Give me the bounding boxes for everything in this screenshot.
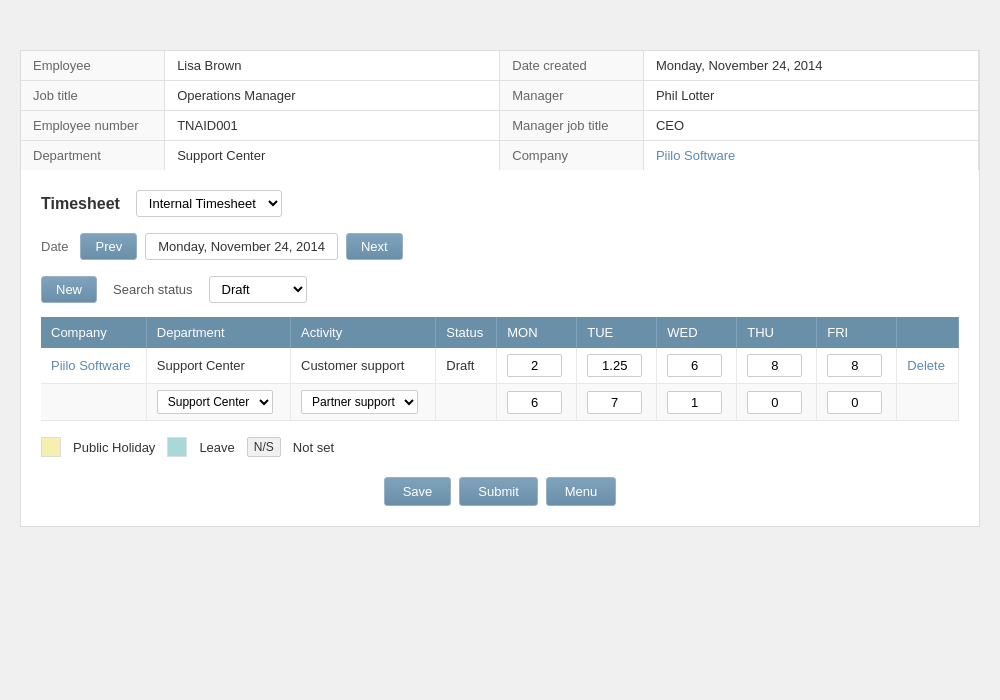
timesheet-section: Timesheet Internal Timesheet Date Prev M… — [21, 170, 979, 526]
timesheet-type-select[interactable]: Internal Timesheet — [136, 190, 282, 217]
manager-job-title-value: CEO — [643, 111, 978, 141]
col-department: Department — [146, 317, 290, 348]
leave-legend-label: Leave — [199, 440, 234, 455]
date-created-value: Monday, November 24, 2014 — [643, 51, 978, 81]
menu-button[interactable]: Menu — [546, 477, 617, 506]
row1-thu[interactable] — [737, 348, 817, 384]
submit-button[interactable]: Submit — [459, 477, 537, 506]
manager-job-title-label: Manager job title — [500, 111, 644, 141]
legend-row: Public Holiday Leave N/S Not set — [41, 437, 959, 457]
col-company: Company — [41, 317, 146, 348]
date-label: Date — [41, 239, 68, 254]
company-row-link[interactable]: Piilo Software — [51, 358, 130, 373]
mon-input-1[interactable] — [507, 354, 562, 377]
employee-row: Employee Lisa Brown Date created Monday,… — [21, 51, 979, 81]
company-label: Company — [500, 141, 644, 171]
date-nav: Date Prev Monday, November 24, 2014 Next — [41, 233, 959, 260]
delete-link-1[interactable]: Delete — [907, 358, 945, 373]
ns-badge: N/S — [247, 437, 281, 457]
table-row: Support Center Partner support — [41, 384, 959, 421]
table-header-row: Company Department Activity Status MON T… — [41, 317, 959, 348]
row2-fri[interactable] — [817, 384, 897, 421]
company-link[interactable]: Piilo Software — [656, 148, 735, 163]
not-set-label: Not set — [293, 440, 334, 455]
holiday-legend-label: Public Holiday — [73, 440, 155, 455]
manager-label: Manager — [500, 81, 644, 111]
tue-input-1[interactable] — [587, 354, 642, 377]
row1-delete[interactable]: Delete — [897, 348, 959, 384]
fri-input-2[interactable] — [827, 391, 882, 414]
row1-department: Support Center — [146, 348, 290, 384]
col-status: Status — [436, 317, 497, 348]
row2-tue[interactable] — [577, 384, 657, 421]
row2-department[interactable]: Support Center — [146, 384, 290, 421]
emp-number-label: Employee number — [21, 111, 165, 141]
timesheet-title: Timesheet — [41, 195, 120, 213]
col-tue: TUE — [577, 317, 657, 348]
row1-company[interactable]: Piilo Software — [41, 348, 146, 384]
row1-mon[interactable] — [497, 348, 577, 384]
action-buttons: Save Submit Menu — [41, 477, 959, 506]
row2-wed[interactable] — [657, 384, 737, 421]
employee-number-row: Employee number TNAID001 Manager job tit… — [21, 111, 979, 141]
employee-label: Employee — [21, 51, 165, 81]
mon-input-2[interactable] — [507, 391, 562, 414]
company-value[interactable]: Piilo Software — [643, 141, 978, 171]
timesheet-table: Company Department Activity Status MON T… — [41, 317, 959, 421]
col-wed: WED — [657, 317, 737, 348]
fri-input-1[interactable] — [827, 354, 882, 377]
thu-input-1[interactable] — [747, 354, 802, 377]
manager-value: Phil Lotter — [643, 81, 978, 111]
search-status-label: Search status — [113, 282, 193, 297]
job-title-value: Operations Manager — [165, 81, 500, 111]
row2-thu[interactable] — [737, 384, 817, 421]
employee-info-table: Employee Lisa Brown Date created Monday,… — [21, 51, 979, 170]
timesheet-header: Timesheet Internal Timesheet — [41, 190, 959, 217]
department-value: Support Center — [165, 141, 500, 171]
col-mon: MON — [497, 317, 577, 348]
col-thu: THU — [737, 317, 817, 348]
row2-mon[interactable] — [497, 384, 577, 421]
row1-activity: Customer support — [291, 348, 436, 384]
col-fri: FRI — [817, 317, 897, 348]
department-select-2[interactable]: Support Center — [157, 390, 273, 414]
tue-input-2[interactable] — [587, 391, 642, 414]
department-row: Department Support Center Company Piilo … — [21, 141, 979, 171]
col-actions — [897, 317, 959, 348]
thu-input-2[interactable] — [747, 391, 802, 414]
status-select[interactable]: Draft Confirmed Done — [209, 276, 307, 303]
col-activity: Activity — [291, 317, 436, 348]
emp-number-value: TNAID001 — [165, 111, 500, 141]
job-title-label: Job title — [21, 81, 165, 111]
row2-status — [436, 384, 497, 421]
wed-input-1[interactable] — [667, 354, 722, 377]
row2-delete — [897, 384, 959, 421]
leave-legend-box — [167, 437, 187, 457]
row1-fri[interactable] — [817, 348, 897, 384]
department-label: Department — [21, 141, 165, 171]
next-button[interactable]: Next — [346, 233, 403, 260]
date-created-label: Date created — [500, 51, 644, 81]
wed-input-2[interactable] — [667, 391, 722, 414]
new-button[interactable]: New — [41, 276, 97, 303]
toolbar-row: New Search status Draft Confirmed Done — [41, 276, 959, 303]
row2-company — [41, 384, 146, 421]
holiday-legend-box — [41, 437, 61, 457]
row1-tue[interactable] — [577, 348, 657, 384]
job-title-row: Job title Operations Manager Manager Phi… — [21, 81, 979, 111]
prev-button[interactable]: Prev — [80, 233, 137, 260]
activity-select-2[interactable]: Partner support — [301, 390, 418, 414]
row2-activity[interactable]: Partner support — [291, 384, 436, 421]
current-date-display: Monday, November 24, 2014 — [145, 233, 338, 260]
employee-value: Lisa Brown — [165, 51, 500, 81]
row1-status: Draft — [436, 348, 497, 384]
save-button[interactable]: Save — [384, 477, 452, 506]
table-row: Piilo Software Support Center Customer s… — [41, 348, 959, 384]
row1-wed[interactable] — [657, 348, 737, 384]
